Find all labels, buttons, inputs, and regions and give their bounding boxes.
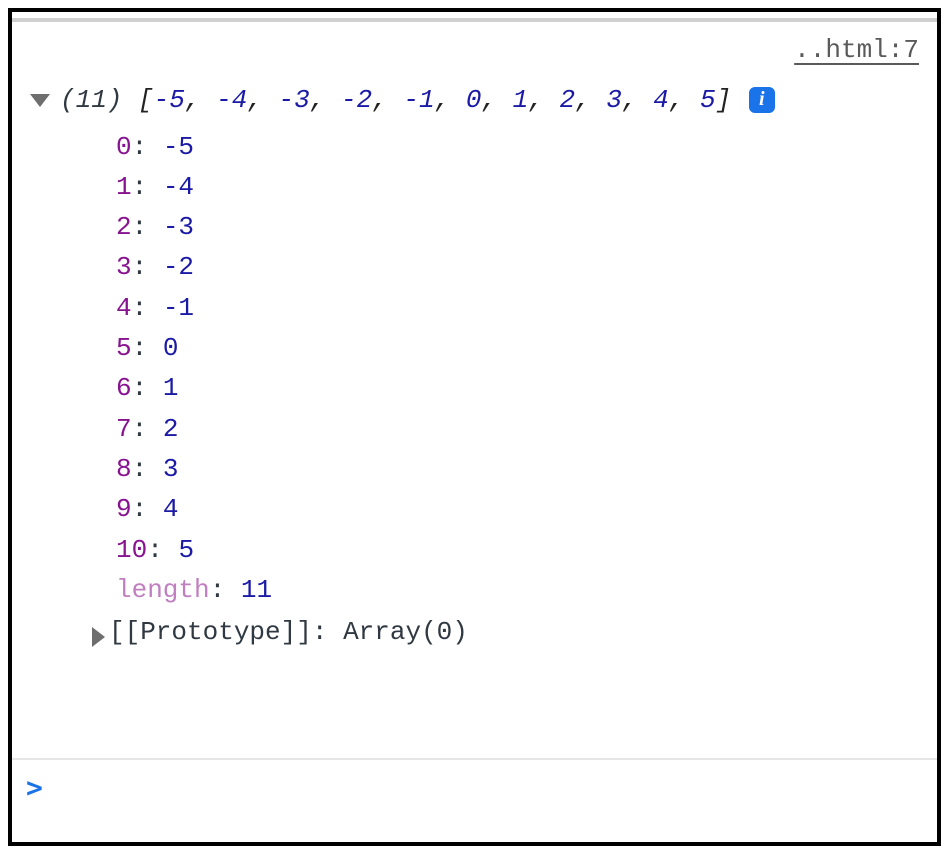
array-entry[interactable]: 6: 1	[116, 368, 925, 408]
entry-index: 3	[116, 252, 132, 282]
prototype-label: [[Prototype]]	[109, 617, 312, 647]
bracket-close: ]	[716, 85, 732, 115]
array-value: 0	[466, 85, 482, 115]
comma: ,	[372, 85, 403, 115]
length-entry[interactable]: length: 11	[116, 570, 925, 610]
entry-index: 0	[116, 132, 132, 162]
console-panel: ..html:7 (11) [-5, -4, -3, -2, -1, 0, 1,…	[8, 8, 941, 846]
array-value: -3	[279, 85, 310, 115]
entry-value: -4	[163, 172, 194, 202]
comma: ,	[247, 85, 278, 115]
array-entry[interactable]: 2: -3	[116, 207, 925, 247]
colon: :	[132, 252, 163, 282]
array-value: -1	[403, 85, 434, 115]
array-value: 4	[653, 85, 669, 115]
console-prompt[interactable]: >	[12, 758, 937, 810]
array-value: 1	[513, 85, 529, 115]
colon: :	[132, 212, 163, 242]
array-entry[interactable]: 10: 5	[116, 530, 925, 570]
comma: ,	[622, 85, 653, 115]
bracket-open: [	[138, 85, 154, 115]
comma: ,	[435, 85, 466, 115]
colon: :	[132, 373, 163, 403]
array-entry[interactable]: 5: 0	[116, 328, 925, 368]
entry-value: -3	[163, 212, 194, 242]
entry-index: 1	[116, 172, 132, 202]
entry-value: 3	[163, 454, 179, 484]
prototype-row[interactable]: [[Prototype]]: Array(0)	[90, 612, 925, 652]
colon: :	[132, 494, 163, 524]
array-length-prefix: (11)	[60, 85, 138, 115]
entry-index: 9	[116, 494, 132, 524]
prototype-value: Array(0)	[343, 617, 468, 647]
source-location-link[interactable]: ..html:7	[794, 30, 919, 70]
entry-value: 0	[163, 333, 179, 363]
array-value: -5	[154, 85, 185, 115]
entry-value: 1	[163, 373, 179, 403]
colon: :	[132, 333, 163, 363]
array-entry[interactable]: 4: -1	[116, 288, 925, 328]
info-icon[interactable]: i	[749, 87, 775, 113]
array-entry[interactable]: 1: -4	[116, 167, 925, 207]
colon: :	[132, 172, 163, 202]
array-value: 2	[559, 85, 575, 115]
array-summary[interactable]: (11) [-5, -4, -3, -2, -1, 0, 1, 2, 3, 4,…	[56, 80, 785, 120]
comma: ,	[185, 85, 216, 115]
comma: ,	[310, 85, 341, 115]
entry-index: 2	[116, 212, 132, 242]
array-summary-row[interactable]: (11) [-5, -4, -3, -2, -1, 0, 1, 2, 3, 4,…	[24, 70, 925, 120]
entry-index: 8	[116, 454, 132, 484]
expand-toggle-icon[interactable]	[92, 627, 105, 647]
array-entry[interactable]: 0: -5	[116, 127, 925, 167]
entry-index: 6	[116, 373, 132, 403]
colon: :	[312, 617, 343, 647]
colon: :	[132, 454, 163, 484]
array-value: 3	[606, 85, 622, 115]
entry-value: 2	[163, 414, 179, 444]
colon: :	[147, 535, 178, 565]
array-entry[interactable]: 8: 3	[116, 449, 925, 489]
colon: :	[132, 293, 163, 323]
array-value: -2	[341, 85, 372, 115]
array-entry[interactable]: 7: 2	[116, 409, 925, 449]
array-value: 5	[700, 85, 716, 115]
array-entry[interactable]: 3: -2	[116, 247, 925, 287]
array-entries: 0: -51: -42: -33: -24: -15: 06: 17: 28: …	[116, 127, 925, 611]
comma: ,	[669, 85, 700, 115]
colon: :	[210, 575, 241, 605]
entry-index: 4	[116, 293, 132, 323]
entry-value: 5	[178, 535, 194, 565]
length-label: length	[116, 575, 210, 605]
entry-value: -1	[163, 293, 194, 323]
entry-index: 5	[116, 333, 132, 363]
comma: ,	[528, 85, 559, 115]
array-entry[interactable]: 9: 4	[116, 489, 925, 529]
entry-value: -5	[163, 132, 194, 162]
array-value: -4	[216, 85, 247, 115]
entry-index: 10	[116, 535, 147, 565]
expand-toggle-icon[interactable]	[30, 94, 50, 107]
entry-value: -2	[163, 252, 194, 282]
comma: ,	[575, 85, 606, 115]
colon: :	[132, 414, 163, 444]
chevron-right-icon: >	[26, 771, 43, 804]
comma: ,	[481, 85, 512, 115]
entry-index: 7	[116, 414, 132, 444]
console-output: ..html:7 (11) [-5, -4, -3, -2, -1, 0, 1,…	[12, 18, 937, 842]
colon: :	[132, 132, 163, 162]
length-value: 11	[241, 575, 272, 605]
entry-value: 4	[163, 494, 179, 524]
